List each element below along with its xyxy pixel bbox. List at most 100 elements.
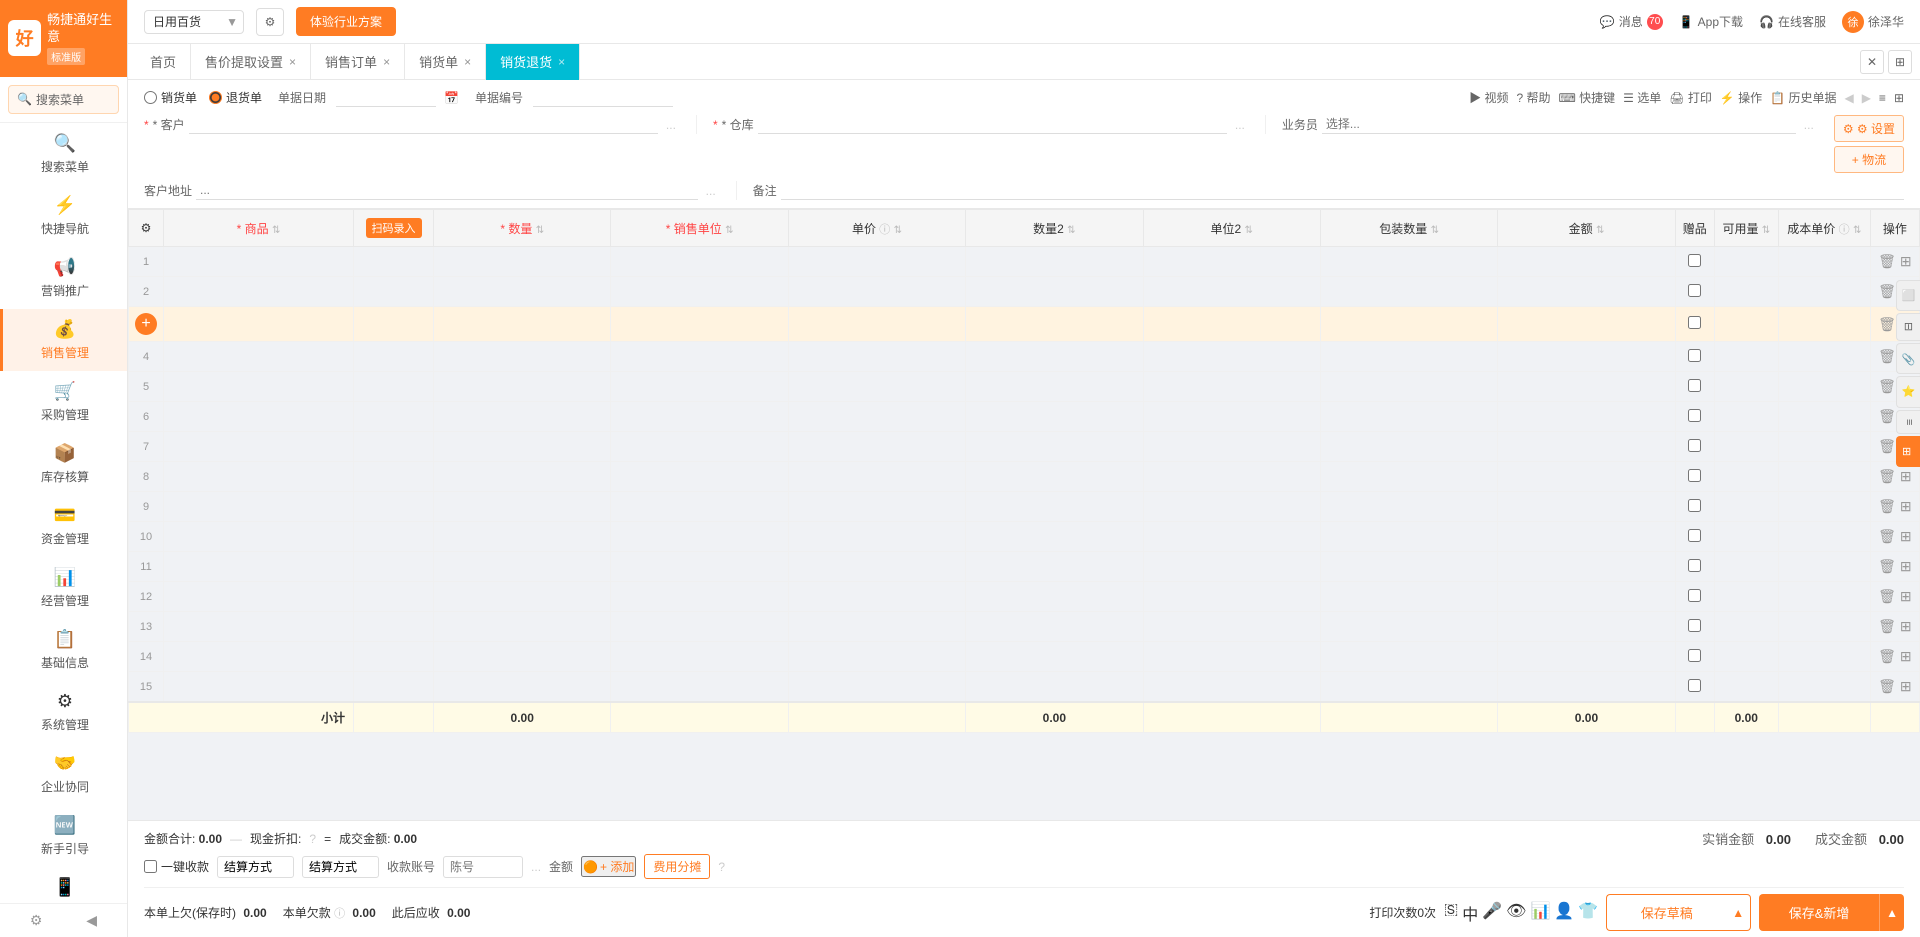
gift-checkbox-5[interactable] [1688, 379, 1701, 392]
note-input[interactable] [781, 181, 1904, 200]
qty2-input-6[interactable] [972, 410, 1136, 424]
table-gear-icon[interactable]: ⚙ [141, 221, 152, 235]
delete-row-icon-5[interactable]: 🗑 [1878, 378, 1896, 395]
amount-input-4[interactable] [1504, 350, 1668, 364]
search-menu-button[interactable]: 🔍 搜索菜单 [8, 85, 119, 114]
qty-cell-8[interactable] [434, 462, 611, 492]
unit2-input-3[interactable] [1150, 317, 1314, 331]
goods-cell-15[interactable] [164, 672, 354, 703]
print-btn[interactable]: 🖨 打印 [1669, 89, 1712, 106]
pack-input-2[interactable] [1327, 285, 1491, 299]
radio-return[interactable]: 退货单 [209, 89, 262, 106]
pack-cell-14[interactable] [1320, 642, 1497, 672]
price-cell-15[interactable] [788, 672, 965, 703]
pack-input-5[interactable] [1327, 380, 1491, 394]
qty2-input-3[interactable] [972, 317, 1136, 331]
goods-input-5[interactable] [170, 380, 347, 394]
customer-service-button[interactable]: 🎧 在线客服 [1759, 13, 1826, 30]
delete-row-icon-14[interactable]: 🗑 [1878, 648, 1896, 665]
unit-cell-11[interactable] [611, 552, 788, 582]
price-input-8[interactable] [795, 470, 959, 484]
one-click-payment-checkbox[interactable]: 一键收款 [144, 858, 209, 875]
delete-row-icon-2[interactable]: 🗑 [1878, 283, 1896, 300]
amount-cell-11[interactable] [1498, 552, 1675, 582]
pack-input-3[interactable] [1327, 317, 1491, 331]
gift-checkbox-9[interactable] [1688, 499, 1701, 512]
unit-input-14[interactable] [617, 650, 781, 664]
qty2-cell-1[interactable] [966, 247, 1143, 277]
price-cell-10[interactable] [788, 522, 965, 552]
pack-input-12[interactable] [1327, 590, 1491, 604]
address-dots-btn[interactable]: ... [702, 184, 720, 198]
amount-input-11[interactable] [1504, 560, 1668, 574]
copy-row-icon-12[interactable]: ⊞ [1900, 588, 1912, 605]
sidebar-item-system[interactable]: ⚙ 系统管理 [0, 681, 127, 743]
amount-cell-10[interactable] [1498, 522, 1675, 552]
pack-cell-13[interactable] [1320, 612, 1497, 642]
settings-btn[interactable]: ⚙ ⚙ 设置 [1834, 115, 1904, 142]
goods-cell-8[interactable] [164, 462, 354, 492]
price-input-11[interactable] [795, 560, 959, 574]
staff-input[interactable] [1322, 115, 1796, 134]
price-input-4[interactable] [795, 350, 959, 364]
unit2-cell-14[interactable] [1143, 642, 1320, 672]
price-cell-2[interactable] [788, 277, 965, 307]
qty-cell-4[interactable] [434, 342, 611, 372]
qty-input-9[interactable] [440, 500, 604, 514]
goods-cell-9[interactable] [164, 492, 354, 522]
amount-cell-2[interactable] [1498, 277, 1675, 307]
price-input-6[interactable] [795, 410, 959, 424]
sort-unit-icon[interactable]: ⇅ [725, 225, 733, 236]
status-icon-mic[interactable]: 🎤 [1482, 901, 1502, 925]
unit-cell-12[interactable] [611, 582, 788, 612]
save-draft-arrow-btn[interactable]: ▲ [1726, 894, 1751, 931]
amount-input-9[interactable] [1504, 500, 1668, 514]
gift-checkbox-4[interactable] [1688, 349, 1701, 362]
right-panel-btn-4[interactable]: ⭐ [1896, 376, 1920, 407]
tab-sales-return[interactable]: 销货退货 × [486, 44, 580, 80]
qty-input-10[interactable] [440, 530, 604, 544]
doc-no-input[interactable]: SA-20230320-001 [533, 88, 673, 107]
amount-input-6[interactable] [1504, 410, 1668, 424]
goods-cell-14[interactable] [164, 642, 354, 672]
price-cell-14[interactable] [788, 642, 965, 672]
sort-available-icon[interactable]: ⇅ [1762, 225, 1770, 236]
unit-input-2[interactable] [617, 285, 781, 299]
sidebar-item-guide[interactable]: 🆕 新手引导 [0, 805, 127, 867]
discount-help-icon[interactable]: ? [309, 832, 316, 846]
unit2-cell-10[interactable] [1143, 522, 1320, 552]
copy-row-icon-10[interactable]: ⊞ [1900, 528, 1912, 545]
account-input[interactable] [443, 856, 523, 878]
user-menu-button[interactable]: 徐 徐泽华 [1842, 11, 1904, 33]
tab-price-extract[interactable]: 售价提取设置 × [191, 44, 311, 80]
pack-cell-15[interactable] [1320, 672, 1497, 703]
unit2-cell-9[interactable] [1143, 492, 1320, 522]
qty-cell-15[interactable] [434, 672, 611, 703]
qty2-input-12[interactable] [972, 590, 1136, 604]
unit2-cell-7[interactable] [1143, 432, 1320, 462]
tab-sales-delivery[interactable]: 销货单 × [405, 44, 486, 80]
qty2-input-7[interactable] [972, 440, 1136, 454]
sort-pack-icon[interactable]: ⇅ [1431, 225, 1439, 236]
unit2-cell-11[interactable] [1143, 552, 1320, 582]
qty-input-11[interactable] [440, 560, 604, 574]
goods-input-11[interactable] [170, 560, 347, 574]
goods-input-7[interactable] [170, 440, 347, 454]
price-input-13[interactable] [795, 620, 959, 634]
gift-checkbox-13[interactable] [1688, 619, 1701, 632]
sidebar-item-shortcut[interactable]: ⚡ 快捷导航 [0, 185, 127, 247]
status-icon-person[interactable]: 👤 [1554, 901, 1574, 925]
price-input-14[interactable] [795, 650, 959, 664]
unit2-input-2[interactable] [1150, 285, 1314, 299]
unit2-input-8[interactable] [1150, 470, 1314, 484]
unit-input-5[interactable] [617, 380, 781, 394]
unit-input-6[interactable] [617, 410, 781, 424]
list-view-btn[interactable]: ≡ [1879, 91, 1886, 105]
gift-checkbox-6[interactable] [1688, 409, 1701, 422]
price-input-5[interactable] [795, 380, 959, 394]
qty-input-13[interactable] [440, 620, 604, 634]
qty2-input-1[interactable] [972, 255, 1136, 269]
delete-row-icon-15[interactable]: 🗑 [1878, 678, 1896, 695]
sidebar-item-finance[interactable]: 💳 资金管理 [0, 495, 127, 557]
gift-checkbox-1[interactable] [1688, 254, 1701, 267]
